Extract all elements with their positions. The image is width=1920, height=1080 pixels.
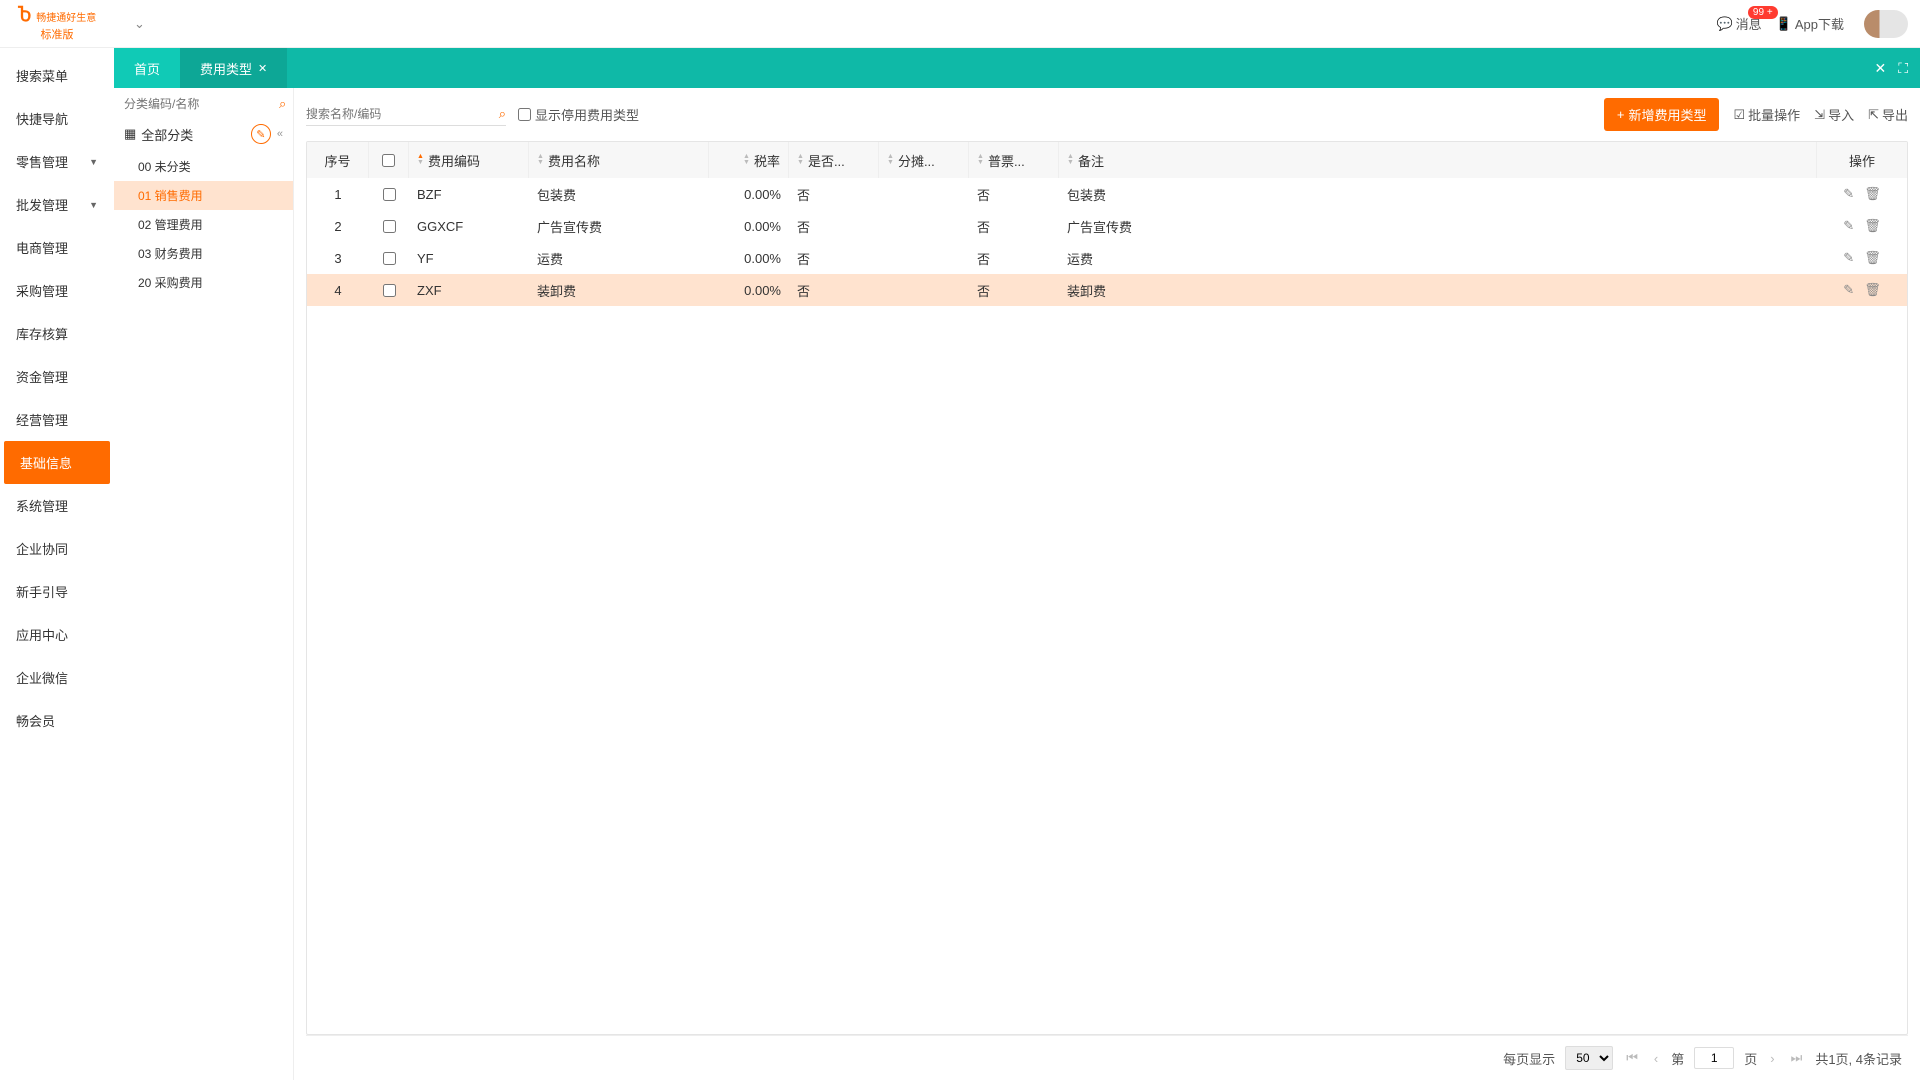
category-search-input[interactable] (124, 97, 279, 111)
plus-icon: + (1617, 107, 1625, 122)
message-icon: 💬 (1716, 16, 1732, 32)
tree-item[interactable]: 02 管理费用 (114, 210, 293, 239)
export-icon: ⇱ (1868, 107, 1879, 123)
sidebar-item[interactable]: 应用中心 (0, 613, 114, 656)
sidebar-item[interactable]: 企业协同 (0, 527, 114, 570)
col-select-all[interactable] (369, 142, 409, 178)
table-row[interactable]: 2GGXCF广告宣传费0.00%否否广告宣传费✎🗑 (307, 210, 1907, 242)
edit-icon[interactable]: ✎ (1843, 218, 1854, 234)
row-checkbox[interactable] (383, 284, 396, 297)
edit-icon[interactable]: ✎ (1843, 186, 1854, 202)
first-page-button[interactable]: ⏮ (1623, 1050, 1641, 1066)
prev-page-button[interactable]: ‹ (1651, 1051, 1661, 1066)
col-seq[interactable]: 序号 (307, 142, 369, 178)
chevron-down-icon: ⌄ (134, 16, 145, 32)
col-name[interactable]: ▲▼费用名称 (529, 142, 709, 178)
row-checkbox[interactable] (383, 220, 396, 233)
batch-ops-button[interactable]: ☑批量操作 (1733, 105, 1800, 124)
export-button[interactable]: ⇱导出 (1868, 105, 1908, 124)
sidebar-item[interactable]: 零售管理▼ (0, 140, 114, 183)
tree-item[interactable]: 00 未分类 (114, 152, 293, 181)
tree-item[interactable]: 01 销售费用 (114, 181, 293, 210)
sidebar-item[interactable]: 搜索菜单 (0, 54, 114, 97)
sidebar-item[interactable]: 基础信息 (4, 441, 110, 484)
col-bool[interactable]: ▲▼是否... (789, 142, 879, 178)
toolbar: ⌕ 显示停用费用类型 + 新增费用类型 ☑批量操作 ⇲导入 (306, 88, 1908, 141)
total-label: 共1页, 4条记录 (1815, 1049, 1902, 1068)
batch-icon: ☑ (1733, 107, 1745, 123)
delete-icon[interactable]: 🗑 (1864, 282, 1881, 298)
sidebar: 搜索菜单快捷导航零售管理▼批发管理▼电商管理采购管理库存核算资金管理经营管理基础… (0, 48, 114, 1080)
tree-item[interactable]: 20 采购费用 (114, 268, 293, 297)
add-fee-type-button[interactable]: + 新增费用类型 (1604, 98, 1720, 131)
row-checkbox[interactable] (383, 252, 396, 265)
sidebar-item[interactable]: 电商管理 (0, 226, 114, 269)
table-row[interactable]: 1BZF包装费0.00%否否包装费✎🗑 (307, 178, 1907, 210)
sidebar-item[interactable]: 采购管理 (0, 269, 114, 312)
all-categories-label[interactable]: 全部分类 (141, 125, 193, 144)
import-icon: ⇲ (1814, 107, 1825, 123)
sidebar-item[interactable]: 畅会员 (0, 699, 114, 742)
sidebar-item[interactable]: 快捷导航 (0, 97, 114, 140)
edit-icon[interactable]: ✎ (1843, 250, 1854, 266)
col-pupiao[interactable]: ▲▼普票... (969, 142, 1059, 178)
show-disabled-checkbox[interactable]: 显示停用费用类型 (518, 105, 639, 124)
sidebar-item[interactable]: 企业微信 (0, 656, 114, 699)
next-page-button[interactable]: › (1767, 1051, 1777, 1066)
chevron-down-icon: ▼ (89, 200, 98, 210)
col-rate[interactable]: ▲▼税率 (709, 142, 789, 178)
per-page-label: 每页显示 (1503, 1049, 1555, 1068)
tab[interactable]: 费用类型✕ (180, 48, 287, 88)
brand-logo: Ⴆ 畅捷通好生意 标准版 (12, 5, 102, 42)
sidebar-item[interactable]: 新手引导 (0, 570, 114, 613)
last-page-button[interactable]: ⏭ (1788, 1050, 1806, 1066)
sidebar-item[interactable]: 资金管理 (0, 355, 114, 398)
per-page-select[interactable]: 50 (1565, 1046, 1613, 1070)
page-input[interactable] (1694, 1047, 1734, 1069)
table-header: 序号 ▲▼费用编码 ▲▼费用名称 ▲▼税率 ▲▼是否... ▲▼分摊... ▲▼… (307, 142, 1907, 178)
chevron-down-icon: ▼ (89, 157, 98, 167)
close-icon[interactable]: ✕ (258, 62, 267, 75)
edit-icon[interactable]: ✎ (1843, 282, 1854, 298)
search-icon[interactable]: ⌕ (499, 106, 506, 122)
table-row[interactable]: 4ZXF装卸费0.00%否否装卸费✎🗑 (307, 274, 1907, 306)
delete-icon[interactable]: 🗑 (1864, 250, 1881, 266)
search-input[interactable] (306, 103, 499, 125)
tree-item[interactable]: 03 财务费用 (114, 239, 293, 268)
messages-badge: 99 + (1748, 6, 1778, 19)
grid-icon: ▦ (124, 126, 136, 142)
tabbar: 首页费用类型✕ ✕ ⛶ (114, 48, 1920, 88)
topbar: Ⴆ 畅捷通好生意 标准版 ⌄ 💬 消息 99 + 📱 App下载 (0, 0, 1920, 48)
col-code[interactable]: ▲▼费用编码 (409, 142, 529, 178)
sidebar-item[interactable]: 系统管理 (0, 484, 114, 527)
fullscreen-icon[interactable]: ⛶ (1898, 60, 1908, 77)
collapse-tree-icon[interactable]: « (277, 128, 283, 140)
tab[interactable]: 首页 (114, 48, 180, 88)
close-tab-icon[interactable]: ✕ (1874, 60, 1886, 77)
category-tree-panel: ⌕ ▦ 全部分类 ✎ « 00 未分类01 销售费用02 管理费用03 财务费用… (114, 88, 294, 1080)
col-ops: 操作 (1817, 142, 1907, 178)
sidebar-item[interactable]: 库存核算 (0, 312, 114, 355)
edit-categories-button[interactable]: ✎ (251, 124, 271, 144)
import-button[interactable]: ⇲导入 (1814, 105, 1854, 124)
sidebar-item[interactable]: 批发管理▼ (0, 183, 114, 226)
org-selector[interactable]: ⌄ (122, 16, 382, 32)
search-icon[interactable]: ⌕ (279, 96, 286, 112)
sidebar-item[interactable]: 经营管理 (0, 398, 114, 441)
row-checkbox[interactable] (383, 188, 396, 201)
pagination: 每页显示 50 ⏮ ‹ 第 页 › ⏭ 共1页, 4条记录 (306, 1035, 1908, 1080)
avatar[interactable] (1864, 10, 1908, 38)
fee-type-table: 序号 ▲▼费用编码 ▲▼费用名称 ▲▼税率 ▲▼是否... ▲▼分摊... ▲▼… (306, 141, 1908, 1035)
messages-link[interactable]: 💬 消息 99 + (1716, 14, 1761, 33)
delete-icon[interactable]: 🗑 (1864, 186, 1881, 202)
delete-icon[interactable]: 🗑 (1864, 218, 1881, 234)
table-row[interactable]: 3YF运费0.00%否否运费✎🗑 (307, 242, 1907, 274)
col-share[interactable]: ▲▼分摊... (879, 142, 969, 178)
mobile-icon: 📱 (1776, 16, 1792, 32)
col-note[interactable]: ▲▼备注 (1059, 142, 1817, 178)
app-download-link[interactable]: 📱 App下载 (1776, 14, 1844, 33)
